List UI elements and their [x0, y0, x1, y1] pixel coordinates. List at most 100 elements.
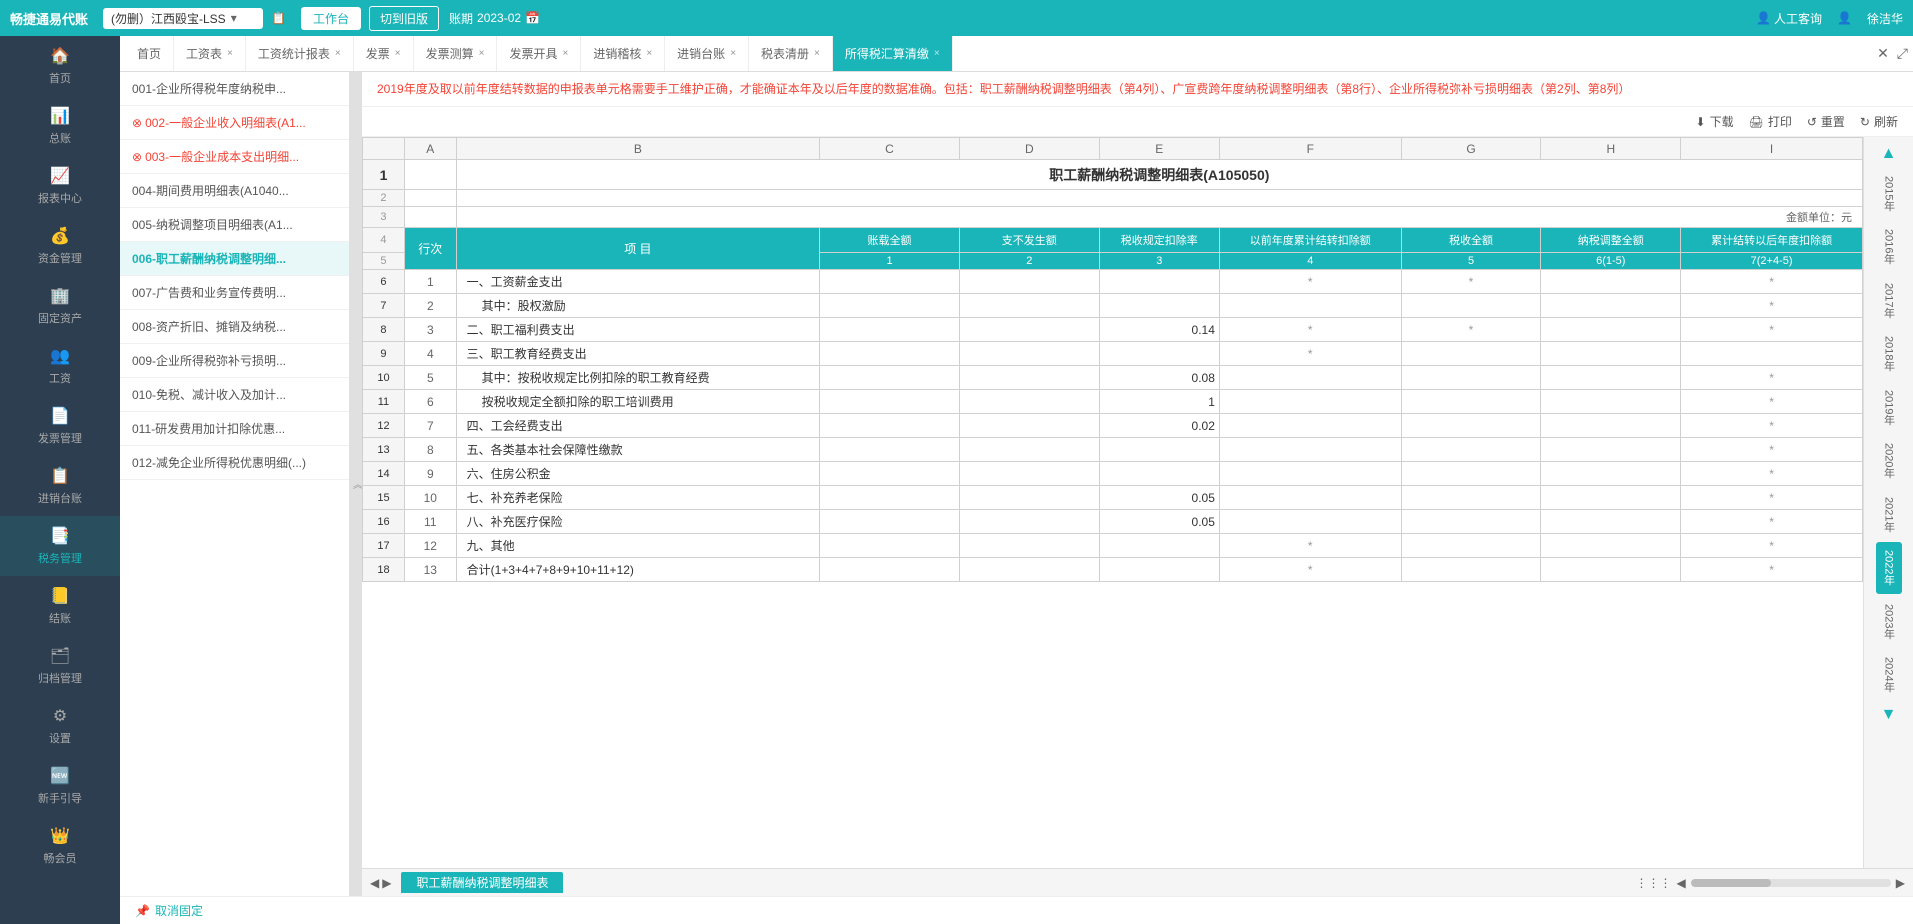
- row-15-f[interactable]: [1219, 486, 1401, 510]
- year-up-nav[interactable]: ▲: [1878, 142, 1900, 166]
- tab-salary-report-close[interactable]: ×: [335, 48, 341, 59]
- row-10-d[interactable]: [959, 366, 1099, 390]
- row-18-h[interactable]: [1541, 558, 1681, 582]
- row-9-c[interactable]: [820, 342, 960, 366]
- row-14-f[interactable]: [1219, 462, 1401, 486]
- tab-in-out-ledger-close[interactable]: ×: [730, 48, 736, 59]
- year-down-nav[interactable]: ▼: [1878, 703, 1900, 727]
- row-11-d[interactable]: [959, 390, 1099, 414]
- row-15-g[interactable]: [1401, 486, 1541, 510]
- tab-salary[interactable]: 工资表 ×: [174, 36, 246, 71]
- year-2015[interactable]: 2015年: [1876, 168, 1902, 219]
- workspace-button[interactable]: 工作台: [301, 7, 361, 30]
- bottom-scroll-right[interactable]: ▶: [1896, 876, 1905, 890]
- list-item-004[interactable]: 004-期间费用明细表(A1040...: [120, 174, 349, 208]
- company-selector[interactable]: (勿删）江西殴宝-LSS ▾: [103, 8, 263, 29]
- row-18-e[interactable]: [1099, 558, 1219, 582]
- row-17-c[interactable]: [820, 534, 960, 558]
- row-7-g[interactable]: [1401, 294, 1541, 318]
- row-9-h[interactable]: [1541, 342, 1681, 366]
- tab-in-out-ledger[interactable]: 进销台账 ×: [665, 36, 749, 71]
- bottom-scroll-left[interactable]: ◀: [1677, 876, 1686, 890]
- row-15-d[interactable]: [959, 486, 1099, 510]
- sidebar-item-fund[interactable]: 💰 资金管理: [0, 216, 120, 276]
- row-7-d[interactable]: [959, 294, 1099, 318]
- sidebar-item-purchase-sales[interactable]: 📋 进销台账: [0, 456, 120, 516]
- download-button[interactable]: ⬇ 下载: [1696, 113, 1734, 130]
- row-14-e[interactable]: [1099, 462, 1219, 486]
- row-7-f[interactable]: [1219, 294, 1401, 318]
- row-6-e[interactable]: [1099, 270, 1219, 294]
- row-16-g[interactable]: [1401, 510, 1541, 534]
- customer-service[interactable]: 👤 人工客询: [1756, 10, 1822, 27]
- refresh-button[interactable]: ↻ 刷新: [1860, 113, 1898, 130]
- row-12-g[interactable]: [1401, 414, 1541, 438]
- row-17-h[interactable]: [1541, 534, 1681, 558]
- year-2021[interactable]: 2021年: [1876, 489, 1902, 540]
- tab-in-out-check-close[interactable]: ×: [646, 48, 652, 59]
- row-8-c[interactable]: [820, 318, 960, 342]
- table-area[interactable]: A B C D E F G H I: [362, 137, 1863, 868]
- sidebar-item-salary[interactable]: 👥 工资: [0, 336, 120, 396]
- row-6-c[interactable]: [820, 270, 960, 294]
- row-6-d[interactable]: [959, 270, 1099, 294]
- list-item-002[interactable]: ⊗002-一般企业收入明细表(A1...: [120, 106, 349, 140]
- row-13-f[interactable]: [1219, 438, 1401, 462]
- row-16-h[interactable]: [1541, 510, 1681, 534]
- list-item-012[interactable]: 012-减免企业所得税优惠明细(...): [120, 446, 349, 480]
- row-8-d[interactable]: [959, 318, 1099, 342]
- tab-salary-close[interactable]: ×: [227, 48, 233, 59]
- row-16-c[interactable]: [820, 510, 960, 534]
- list-item-001[interactable]: 001-企业所得税年度纳税申...: [120, 72, 349, 106]
- bottom-more-icon[interactable]: ⋮⋮⋮: [1636, 876, 1672, 890]
- row-10-h[interactable]: [1541, 366, 1681, 390]
- sidebar-item-fixed-asset[interactable]: 🏢 固定资产: [0, 276, 120, 336]
- row-18-c[interactable]: [820, 558, 960, 582]
- row-14-d[interactable]: [959, 462, 1099, 486]
- list-item-006[interactable]: 006-职工薪酬纳税调整明细...: [120, 242, 349, 276]
- period-selector[interactable]: 账期 2023-02 📅: [449, 10, 540, 27]
- sidebar-item-invoice[interactable]: 📄 发票管理: [0, 396, 120, 456]
- tab-income-tax[interactable]: 所得税汇算清缴 ×: [833, 36, 953, 71]
- list-item-009[interactable]: 009-企业所得税弥补亏损明...: [120, 344, 349, 378]
- cancel-fixed-label[interactable]: 取消固定: [155, 902, 203, 919]
- row-11-g[interactable]: [1401, 390, 1541, 414]
- tab-invoice-calc[interactable]: 发票测算 ×: [414, 36, 498, 71]
- collapse-toggle[interactable]: 《: [350, 72, 362, 896]
- year-2023[interactable]: 2023年: [1876, 596, 1902, 647]
- row-13-e[interactable]: [1099, 438, 1219, 462]
- row-9-e[interactable]: [1099, 342, 1219, 366]
- tab-home[interactable]: 首页: [125, 36, 174, 71]
- row-6-h[interactable]: [1541, 270, 1681, 294]
- row-12-f[interactable]: [1219, 414, 1401, 438]
- year-2018[interactable]: 2018年: [1876, 328, 1902, 379]
- old-version-button[interactable]: 切到旧版: [369, 6, 439, 31]
- list-item-003[interactable]: ⊗003-一般企业成本支出明细...: [120, 140, 349, 174]
- reset-button[interactable]: ↺ 重置: [1807, 113, 1845, 130]
- tab-close-all-icon[interactable]: ✕: [1877, 45, 1889, 62]
- row-7-h[interactable]: [1541, 294, 1681, 318]
- sidebar-item-settings[interactable]: ⚙ 设置: [0, 696, 120, 756]
- row-13-c[interactable]: [820, 438, 960, 462]
- row-18-g[interactable]: [1401, 558, 1541, 582]
- row-12-h[interactable]: [1541, 414, 1681, 438]
- row-17-d[interactable]: [959, 534, 1099, 558]
- bottom-nav-left[interactable]: ◀: [370, 876, 379, 890]
- sidebar-item-tax[interactable]: 📑 税务管理: [0, 516, 120, 576]
- row-12-c[interactable]: [820, 414, 960, 438]
- bottom-nav-right[interactable]: ▶: [382, 876, 391, 890]
- row-13-d[interactable]: [959, 438, 1099, 462]
- row-13-g[interactable]: [1401, 438, 1541, 462]
- row-7-e[interactable]: [1099, 294, 1219, 318]
- year-2020[interactable]: 2020年: [1876, 435, 1902, 486]
- sidebar-item-guide[interactable]: 🆕 新手引导: [0, 756, 120, 816]
- tab-in-out-check[interactable]: 进销稽核 ×: [581, 36, 665, 71]
- tab-expand-icon[interactable]: ⤢: [1897, 45, 1908, 62]
- sidebar-item-report[interactable]: 📈 报表中心: [0, 156, 120, 216]
- tab-salary-report[interactable]: 工资统计报表 ×: [246, 36, 354, 71]
- row-10-f[interactable]: [1219, 366, 1401, 390]
- row-16-d[interactable]: [959, 510, 1099, 534]
- sidebar-item-vip[interactable]: 👑 畅会员: [0, 816, 120, 876]
- tab-invoice-open-close[interactable]: ×: [562, 48, 568, 59]
- row-12-d[interactable]: [959, 414, 1099, 438]
